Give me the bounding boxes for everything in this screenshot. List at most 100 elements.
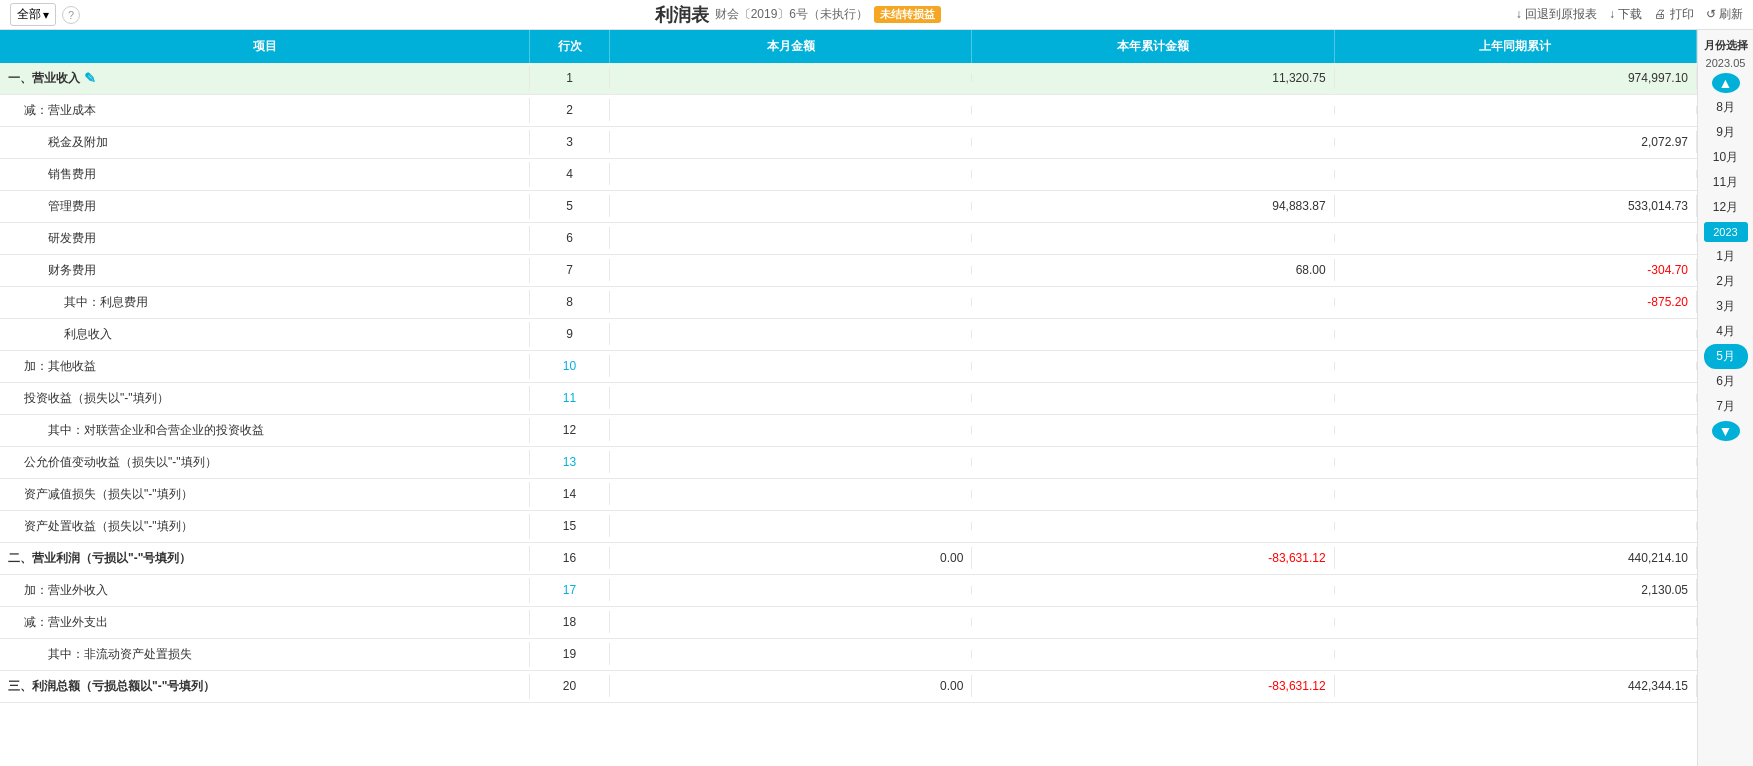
table-row: 资产减值损失（损失以"-"填列） 14	[0, 479, 1697, 511]
row-number: 6	[530, 227, 610, 249]
lastyear-value: 2,072.97	[1335, 131, 1697, 153]
row-label-text: 其中：对联营企业和合营企业的投资收益	[48, 422, 264, 439]
lastyear-value	[1335, 618, 1697, 626]
row-number: 19	[530, 643, 610, 665]
col-header-yearly: 本年累计金额	[972, 30, 1334, 63]
yearly-value	[972, 138, 1334, 146]
row-number: 7	[530, 259, 610, 281]
table-row: 减：营业成本2	[0, 95, 1697, 127]
sidebar-up-btn[interactable]: ▲	[1712, 73, 1740, 93]
row-number: 14	[530, 483, 610, 505]
yearly-value	[972, 394, 1334, 402]
monthly-value	[610, 170, 972, 178]
sidebar-down-btn[interactable]: ▼	[1712, 421, 1740, 441]
table-area: 项目 行次 本月金额 本年累计金额 上年同期累计 一、营业收入✎111,320.…	[0, 30, 1697, 766]
header-bar: 全部 ▾ ? 利润表 财会〔2019〕6号（未执行） 未结转损益 ↓ 回退到原报…	[0, 0, 1753, 30]
lastyear-value	[1335, 426, 1697, 434]
row-number: 4	[530, 163, 610, 185]
table-row: 财务费用768.00-304.70	[0, 255, 1697, 287]
sidebar-month-item[interactable]: 3月	[1704, 294, 1748, 319]
yearly-value	[972, 586, 1334, 594]
yearly-value	[972, 618, 1334, 626]
main-container: 项目 行次 本月金额 本年累计金额 上年同期累计 一、营业收入✎111,320.…	[0, 30, 1753, 766]
table-row: 研发费用6	[0, 223, 1697, 255]
row-label-text: 资产减值损失（损失以"-"填列）	[24, 486, 193, 503]
monthly-value: 0.00	[610, 547, 972, 569]
sidebar-month-item[interactable]: 8月	[1704, 95, 1748, 120]
yearly-value	[972, 426, 1334, 434]
table-row: 一、营业收入✎111,320.75974,997.10	[0, 63, 1697, 95]
sidebar-month-item[interactable]: 6月	[1704, 369, 1748, 394]
row-label: 销售费用	[0, 162, 530, 187]
sidebar-month-item[interactable]: 9月	[1704, 120, 1748, 145]
sidebar-months-before: 8月9月10月11月12月	[1704, 95, 1748, 220]
sidebar-month-item[interactable]: 12月	[1704, 195, 1748, 220]
chevron-down-icon: ▾	[43, 8, 49, 22]
header-meta: 财会〔2019〕6号（未执行）	[715, 6, 868, 23]
header-center: 利润表 财会〔2019〕6号（未执行） 未结转损益	[655, 3, 941, 27]
lastyear-value	[1335, 170, 1697, 178]
row-label-text: 减：营业外支出	[24, 614, 108, 631]
lastyear-value: -304.70	[1335, 259, 1697, 281]
row-number[interactable]: 11	[530, 387, 610, 409]
monthly-value	[610, 394, 972, 402]
table-row: 其中：利息费用8-875.20	[0, 287, 1697, 319]
lastyear-value: -875.20	[1335, 291, 1697, 313]
lastyear-value	[1335, 650, 1697, 658]
row-number[interactable]: 13	[530, 451, 610, 473]
row-label: 减：营业成本	[0, 98, 530, 123]
sidebar-month-item[interactable]: 1月	[1704, 244, 1748, 269]
table-row: 税金及附加32,072.97	[0, 127, 1697, 159]
row-label: 公允价值变动收益（损失以"-"填列）	[0, 450, 530, 475]
yearly-value	[972, 362, 1334, 370]
lastyear-value	[1335, 490, 1697, 498]
sidebar-month-item[interactable]: 2月	[1704, 269, 1748, 294]
refresh-button[interactable]: ↺ 刷新	[1706, 6, 1743, 23]
table-row: 资产处置收益（损失以"-"填列）15	[0, 511, 1697, 543]
row-number: 8	[530, 291, 610, 313]
monthly-value	[610, 362, 972, 370]
lastyear-value: 440,214.10	[1335, 547, 1697, 569]
sidebar: 月份选择 2023.05 ▲ 8月9月10月11月12月 2023 1月2月3月…	[1697, 30, 1753, 766]
sidebar-month-item[interactable]: 4月	[1704, 319, 1748, 344]
table-row: 销售费用 4	[0, 159, 1697, 191]
edit-icon[interactable]: ✎	[84, 70, 96, 86]
monthly-value	[610, 298, 972, 306]
row-label: 税金及附加	[0, 130, 530, 155]
row-number: 16	[530, 547, 610, 569]
row-label-text: 其中：非流动资产处置损失	[48, 646, 192, 663]
help-icon[interactable]: ?	[62, 6, 80, 24]
row-label: 财务费用	[0, 258, 530, 283]
row-label-text: 三、利润总额（亏损总额以"-"号填列）	[8, 678, 215, 695]
yearly-value	[972, 490, 1334, 498]
yearly-value	[972, 106, 1334, 114]
sidebar-title: 月份选择	[1704, 34, 1748, 55]
scope-dropdown[interactable]: 全部 ▾	[10, 3, 56, 26]
lastyear-value	[1335, 106, 1697, 114]
download-button[interactable]: ↓ 下载	[1609, 6, 1642, 23]
row-label: 资产减值损失（损失以"-"填列）	[0, 482, 530, 507]
lastyear-value	[1335, 362, 1697, 370]
sidebar-date: 2023.05	[1706, 55, 1746, 71]
sidebar-month-item[interactable]: 5月	[1704, 344, 1748, 369]
yearly-value: 94,883.87	[972, 195, 1334, 217]
back-button[interactable]: ↓ 回退到原报表	[1516, 6, 1597, 23]
sidebar-month-item[interactable]: 11月	[1704, 170, 1748, 195]
monthly-value	[610, 234, 972, 242]
row-number[interactable]: 17	[530, 579, 610, 601]
sidebar-month-item[interactable]: 7月	[1704, 394, 1748, 419]
yearly-value	[972, 330, 1334, 338]
row-label-text: 税金及附加	[48, 134, 108, 151]
yearly-value	[972, 170, 1334, 178]
lastyear-value	[1335, 330, 1697, 338]
row-label-text: 销售费用	[48, 166, 96, 183]
col-header-lastyear: 上年同期累计	[1335, 30, 1697, 63]
yearly-value: -83,631.12	[972, 547, 1334, 569]
yearly-value	[972, 650, 1334, 658]
row-number: 15	[530, 515, 610, 537]
row-label: 管理费用	[0, 194, 530, 219]
print-button[interactable]: 🖨 打印	[1654, 6, 1693, 23]
sidebar-month-item[interactable]: 10月	[1704, 145, 1748, 170]
row-number[interactable]: 10	[530, 355, 610, 377]
row-number: 5	[530, 195, 610, 217]
